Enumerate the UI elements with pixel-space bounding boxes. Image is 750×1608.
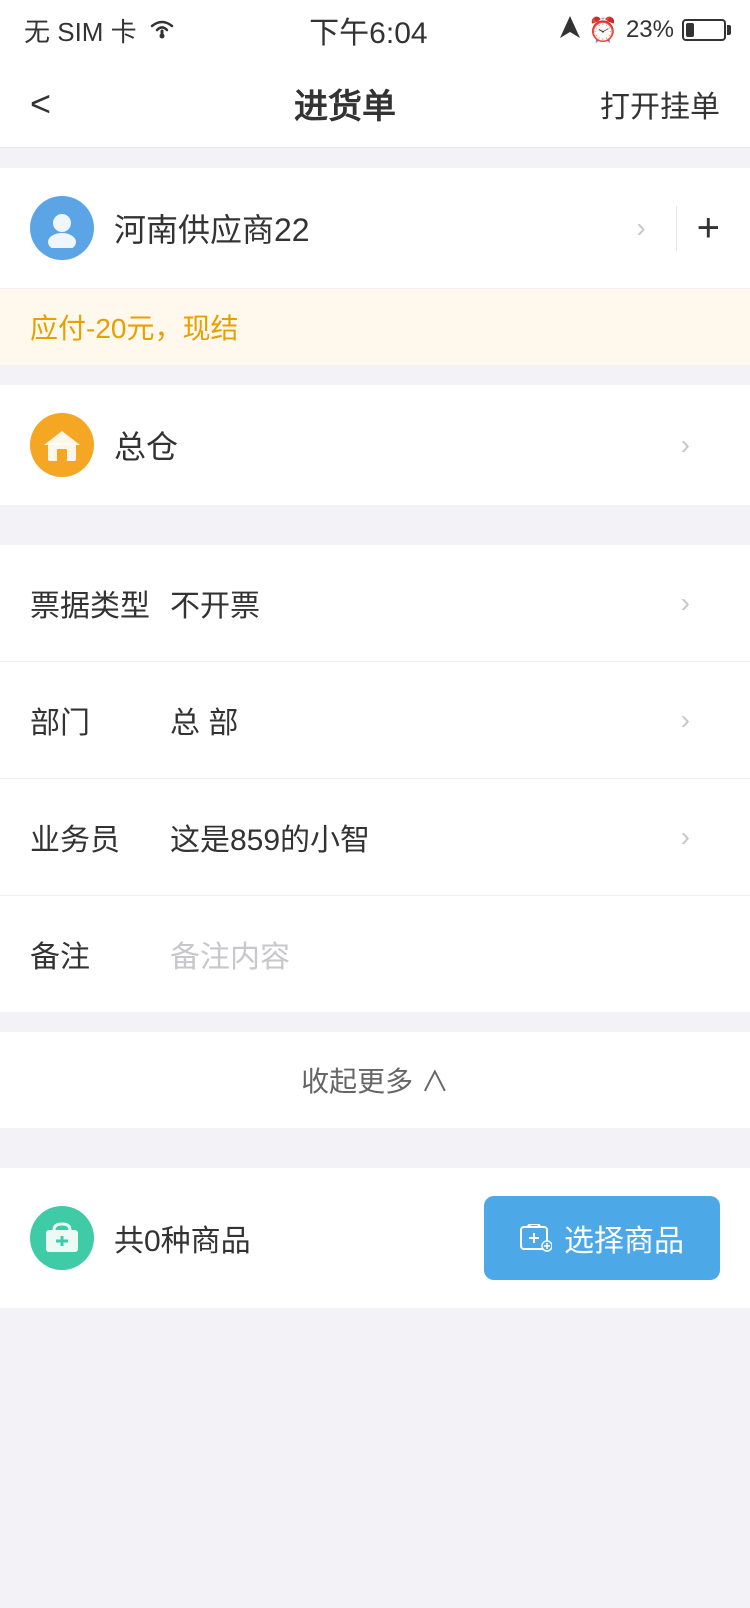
ticket-type-row[interactable]: 票据类型 不开票 › (0, 545, 750, 662)
page-background (0, 1308, 750, 1608)
section-gap-1 (0, 148, 750, 168)
supplier-name: 河南供应商22 (114, 205, 636, 251)
ticket-type-value: 不开票 (150, 581, 681, 625)
nav-bar: < 进货单 打开挂单 (0, 60, 750, 148)
carrier-label: 无 SIM 卡 (24, 12, 137, 49)
location-icon (560, 16, 580, 45)
page-title: 进货单 (294, 79, 396, 128)
product-icon (30, 1206, 94, 1270)
department-label: 部门 (30, 698, 150, 742)
supplier-row[interactable]: 河南供应商22 › + (0, 168, 750, 289)
warehouse-icon (30, 413, 94, 477)
section-gap-3 (0, 505, 750, 525)
product-count-label: 共0种商品 (114, 1216, 484, 1260)
wifi-icon (147, 15, 177, 46)
add-supplier-button[interactable]: + (676, 206, 720, 251)
warehouse-name: 总仓 (114, 422, 681, 468)
warehouse-card: 总仓 › (0, 385, 750, 505)
status-right: ⏰ 23% (560, 16, 726, 45)
remark-input[interactable]: 备注内容 (150, 932, 720, 976)
salesperson-row[interactable]: 业务员 这是859的小智 › (0, 779, 750, 896)
salesperson-value: 这是859的小智 (150, 815, 681, 859)
remark-label: 备注 (30, 932, 150, 976)
supplier-card: 河南供应商22 › + 应付-20元，现结 (0, 168, 750, 365)
back-button[interactable]: < (30, 83, 90, 125)
salesperson-chevron-icon: › (681, 821, 690, 853)
alarm-icon: ⏰ (588, 16, 618, 45)
department-value: 总 部 (150, 698, 681, 742)
warehouse-row[interactable]: 总仓 › (0, 385, 750, 505)
section-gap-2 (0, 365, 750, 385)
department-row[interactable]: 部门 总 部 › (0, 662, 750, 779)
status-left: 无 SIM 卡 (24, 12, 177, 49)
salesperson-label: 业务员 (30, 815, 150, 859)
department-chevron-icon: › (681, 704, 690, 736)
battery-icon (682, 19, 726, 41)
ticket-type-chevron-icon: › (681, 587, 690, 619)
notice-banner: 应付-20元，现结 (0, 289, 750, 365)
ticket-type-label: 票据类型 (30, 581, 150, 625)
select-product-label: 选择商品 (564, 1216, 684, 1260)
supplier-chevron-icon: › (636, 212, 645, 244)
collapse-label: 收起更多 ∧ (301, 1060, 449, 1100)
warehouse-chevron-icon: › (681, 429, 690, 461)
status-time: 下午6:04 (309, 8, 427, 52)
remark-row[interactable]: 备注 备注内容 (0, 896, 750, 1012)
open-pending-button[interactable]: 打开挂单 (600, 82, 720, 126)
section-gap-4 (0, 1128, 750, 1148)
supplier-avatar (30, 196, 94, 260)
bottom-section: 共0种商品 选择商品 (0, 1168, 750, 1308)
status-bar: 无 SIM 卡 下午6:04 ⏰ 23% (0, 0, 750, 60)
battery-percentage: 23% (626, 16, 674, 44)
form-section: 票据类型 不开票 › 部门 总 部 › 业务员 这是859的小智 › 备注 备注… (0, 545, 750, 1012)
select-product-button[interactable]: 选择商品 (484, 1196, 720, 1280)
collapse-row[interactable]: 收起更多 ∧ (0, 1032, 750, 1128)
